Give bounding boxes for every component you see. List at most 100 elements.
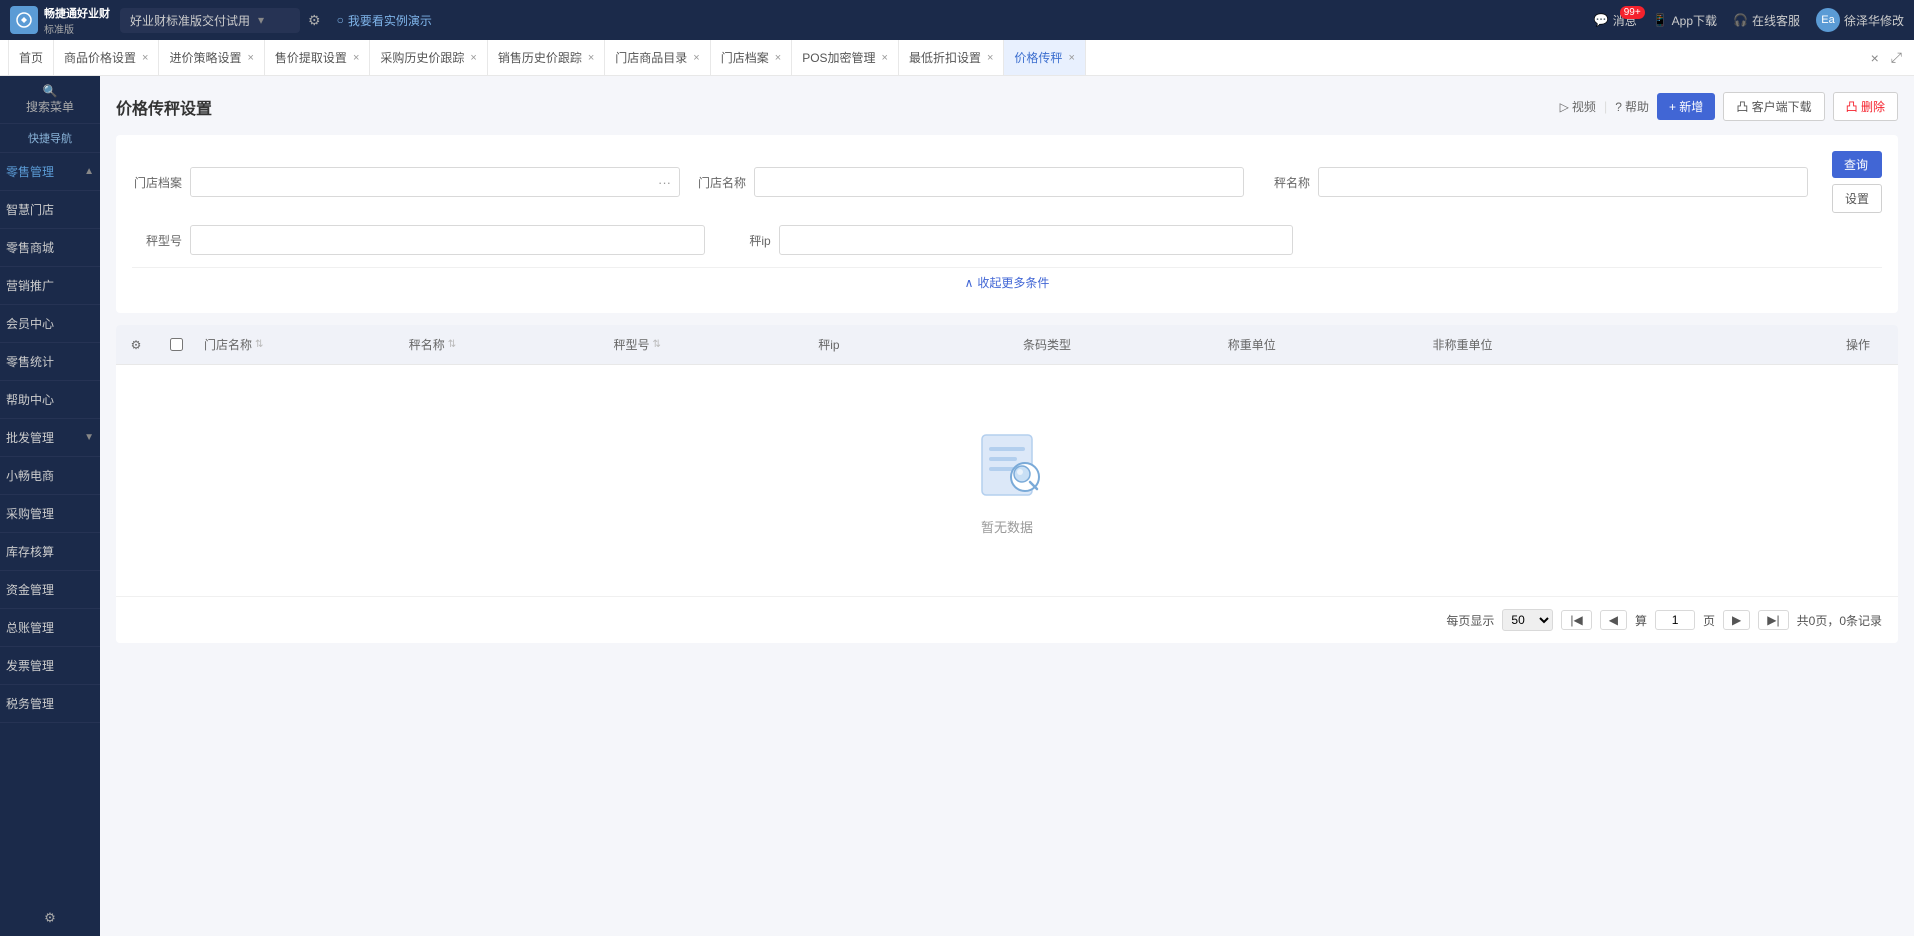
tab-price-scale[interactable]: 价格传秤 × xyxy=(1004,40,1085,76)
table-card: ⚙ 门店名称 ⇅ 秤名称 ⇅ 秤型号 ⇅ xyxy=(116,325,1898,643)
tab-purchase-strategy[interactable]: 进价策略设置 × xyxy=(159,40,264,76)
settings-icon[interactable]: ⚙ xyxy=(308,12,321,29)
sidebar-item-wholesale[interactable]: 批发管理 ▼ xyxy=(0,419,100,457)
table-col-checkbox[interactable] xyxy=(156,338,196,351)
tab-home[interactable]: 首页 xyxy=(8,40,54,76)
sidebar-item-member-center[interactable]: 会员中心 xyxy=(0,305,100,343)
tab-bar: 首页 商品价格设置 × 进价策略设置 × 售价提取设置 × 采购历史价跟踪 × … xyxy=(0,40,1914,76)
sort-icon[interactable]: ⇅ xyxy=(448,339,456,350)
expand-icon[interactable]: ⤢ xyxy=(1887,47,1906,68)
page-header: 价格传秤设置 ▷ 视频 | ? 帮助 + 新增 凸 客户端下载 凸 删除 xyxy=(116,92,1898,121)
table-col-scale-name: 秤名称 ⇅ xyxy=(401,336,606,353)
quick-nav-button[interactable]: 快捷导航 xyxy=(0,124,100,153)
store-file-dots-button[interactable]: ··· xyxy=(650,175,679,190)
user-name: 徐泽华修改 xyxy=(1844,12,1904,29)
sidebar-item-finance[interactable]: 资金管理 xyxy=(0,571,100,609)
page-number-input[interactable] xyxy=(1655,610,1695,630)
per-page-label: 每页显示 xyxy=(1446,612,1494,629)
close-icon[interactable]: × xyxy=(353,52,359,64)
sidebar-item-purchase[interactable]: 采购管理 xyxy=(0,495,100,533)
tab-price-settings[interactable]: 商品价格设置 × xyxy=(54,40,159,76)
sidebar-item-invoice[interactable]: 发票管理 xyxy=(0,647,100,685)
add-button[interactable]: + 新增 xyxy=(1657,93,1715,120)
query-button[interactable]: 查询 xyxy=(1832,151,1882,178)
sort-icon[interactable]: ⇅ xyxy=(653,339,661,350)
store-name-input[interactable] xyxy=(754,167,1244,197)
collapse-button[interactable]: ∧ 收起更多条件 xyxy=(132,267,1882,297)
scale-ip-input[interactable] xyxy=(779,225,1294,255)
select-all-checkbox[interactable] xyxy=(170,338,183,351)
scale-model-label: 秤型号 xyxy=(132,232,182,249)
demo-link[interactable]: ○ 我要看实例演示 xyxy=(337,12,432,29)
sidebar-item-marketing[interactable]: 营销推广 xyxy=(0,267,100,305)
version-selector[interactable]: 好业财标准版交付试用 ▾ xyxy=(120,8,300,33)
close-icon[interactable]: × xyxy=(470,52,476,64)
set-button[interactable]: 设置 xyxy=(1832,184,1882,213)
service-icon: 🎧 xyxy=(1733,13,1748,27)
tab-store-catalog[interactable]: 门店商品目录 × xyxy=(605,40,710,76)
sort-icon[interactable]: ⇅ xyxy=(255,339,263,350)
sidebar-item-retail-management[interactable]: 零售管理 ▲ xyxy=(0,153,100,191)
filter-scale-model: 秤型号 xyxy=(132,225,705,255)
scale-model-input[interactable] xyxy=(190,225,705,255)
close-icon[interactable]: × xyxy=(987,52,993,64)
sidebar-item-tax[interactable]: 税务管理 xyxy=(0,685,100,723)
search-menu-button[interactable]: 🔍 搜索菜单 xyxy=(0,76,100,124)
avatar: Ea xyxy=(1816,8,1840,32)
tab-purchase-history[interactable]: 采购历史价跟踪 × xyxy=(370,40,487,76)
video-link[interactable]: ▷ 视频 xyxy=(1560,98,1596,115)
close-icon[interactable]: × xyxy=(1068,52,1074,64)
close-icon[interactable]: × xyxy=(775,52,781,64)
help-link[interactable]: ? 帮助 xyxy=(1615,98,1649,115)
tab-sale-extract[interactable]: 售价提取设置 × xyxy=(265,40,370,76)
logo-icon xyxy=(10,6,38,34)
sidebar-gear-button[interactable]: ⚙ xyxy=(0,900,100,936)
scale-name-label: 秤名称 xyxy=(1260,174,1310,191)
store-file-input[interactable] xyxy=(191,167,650,197)
table-col-settings[interactable]: ⚙ xyxy=(116,338,156,352)
online-service-button[interactable]: 🎧 在线客服 xyxy=(1733,12,1800,29)
tab-min-discount[interactable]: 最低折扣设置 × xyxy=(899,40,1004,76)
filter-row-1: 门店档案 ··· 门店名称 秤名称 xyxy=(132,151,1882,213)
first-page-button[interactable]: |◀ xyxy=(1561,610,1591,630)
table-col-weight-unit: 称重单位 xyxy=(1220,336,1425,353)
close-all-icon[interactable]: × xyxy=(1867,48,1883,68)
logo-area: 畅捷通好业财 标准版 xyxy=(10,5,110,36)
next-page-button[interactable]: ▶ xyxy=(1723,610,1750,630)
sidebar-item-inventory[interactable]: 库存核算 xyxy=(0,533,100,571)
tab-store-profile[interactable]: 门店档案 × xyxy=(711,40,792,76)
close-icon[interactable]: × xyxy=(693,52,699,64)
tab-sale-history[interactable]: 销售历史价跟踪 × xyxy=(488,40,605,76)
per-page-select[interactable]: 50 10 20 100 xyxy=(1502,609,1553,631)
scale-name-input[interactable] xyxy=(1318,167,1808,197)
tab-controls: × ⤢ xyxy=(1867,47,1906,68)
store-file-input-wrapper: ··· xyxy=(190,167,680,197)
filter-scale-ip: 秤ip xyxy=(721,225,1294,255)
sidebar-item-ecommerce[interactable]: 小畅电商 xyxy=(0,457,100,495)
chevron-up-icon: ▲ xyxy=(84,166,94,177)
close-icon[interactable]: × xyxy=(142,52,148,64)
content-area: 价格传秤设置 ▷ 视频 | ? 帮助 + 新增 凸 客户端下载 凸 删除 xyxy=(100,76,1914,936)
sidebar-item-general-ledger[interactable]: 总账管理 xyxy=(0,609,100,647)
table-col-non-weight-unit: 非称重单位 xyxy=(1425,336,1819,353)
download-client-button[interactable]: 凸 客户端下载 xyxy=(1723,92,1824,121)
close-icon[interactable]: × xyxy=(882,52,888,64)
search-icon: 🔍 xyxy=(43,84,58,98)
last-page-button[interactable]: ▶| xyxy=(1758,610,1788,630)
sidebar-item-retail-stats[interactable]: 零售统计 xyxy=(0,343,100,381)
close-icon[interactable]: × xyxy=(247,52,253,64)
app-download-button[interactable]: 📱 App下载 xyxy=(1653,12,1717,29)
close-icon[interactable]: × xyxy=(588,52,594,64)
sidebar-item-smart-store[interactable]: 智慧门店 xyxy=(0,191,100,229)
page-label: 算 xyxy=(1635,612,1647,629)
prev-page-button[interactable]: ◀ xyxy=(1600,610,1627,630)
message-badge: 99+ xyxy=(1620,6,1645,19)
delete-button[interactable]: 凸 删除 xyxy=(1833,92,1898,121)
sidebar-item-retail-mall[interactable]: 零售商城 xyxy=(0,229,100,267)
sidebar-item-help-center[interactable]: 帮助中心 xyxy=(0,381,100,419)
tab-pos-management[interactable]: POS加密管理 × xyxy=(792,40,899,76)
page-actions: ▷ 视频 | ? 帮助 + 新增 凸 客户端下载 凸 删除 xyxy=(1560,92,1898,121)
store-name-label: 门店名称 xyxy=(696,174,746,191)
user-menu[interactable]: Ea 徐泽华修改 xyxy=(1816,8,1904,32)
message-button[interactable]: 💬 消息 99+ xyxy=(1594,12,1637,29)
